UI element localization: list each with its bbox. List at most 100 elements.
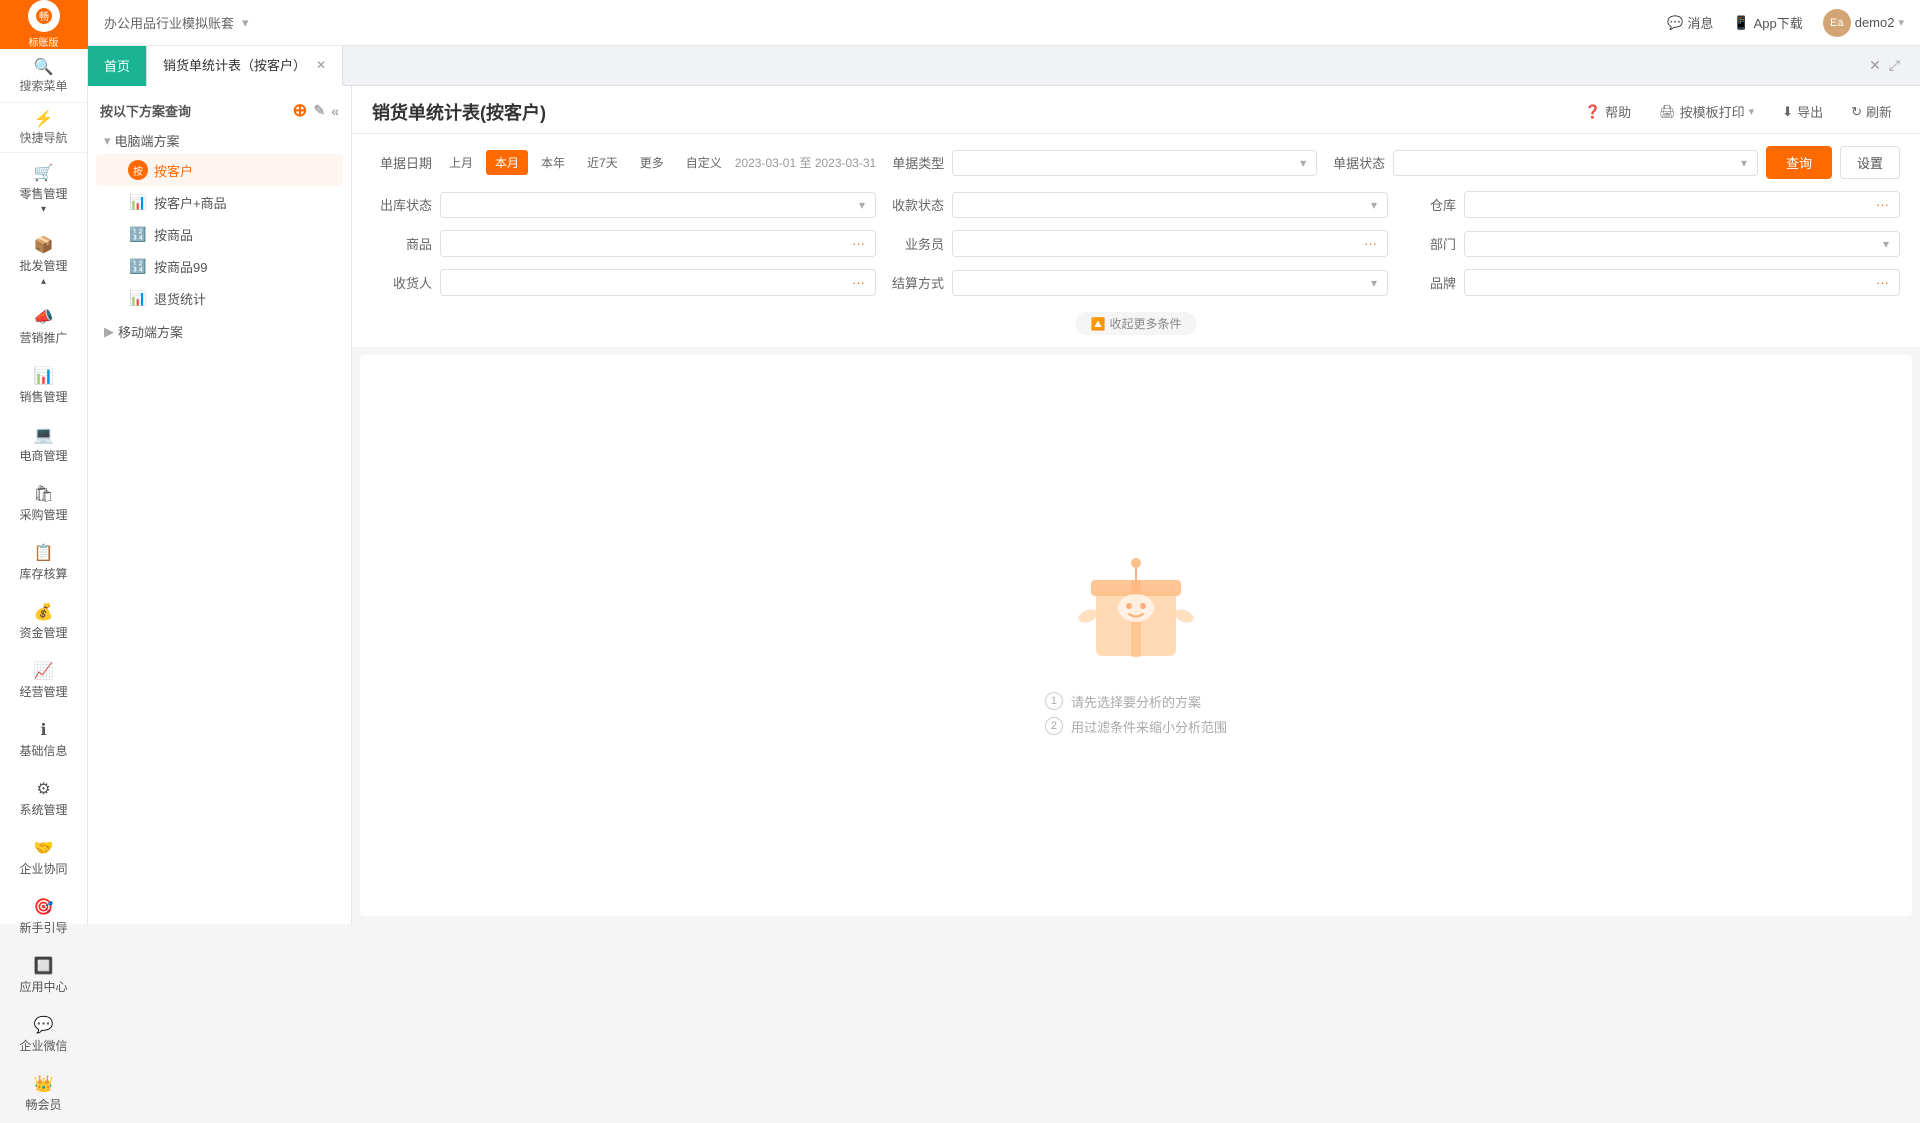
wechat-icon: 💬 bbox=[34, 1015, 54, 1035]
scheme-item-goods99[interactable]: 🔢 按商品99 bbox=[96, 250, 343, 282]
mobile-group-label[interactable]: ▶ 移动端方案 bbox=[96, 318, 343, 345]
collapse-panel-icon[interactable]: « bbox=[331, 103, 339, 119]
order-type-select[interactable]: ▾ bbox=[952, 150, 1317, 176]
sidebar-item-membership[interactable]: 👑 畅会员 bbox=[0, 1064, 87, 1123]
search-menu[interactable]: 🔍 搜索菜单 bbox=[0, 49, 87, 103]
date-btn-this-month[interactable]: 本月 bbox=[486, 150, 528, 175]
department-chevron-icon: ▾ bbox=[1883, 237, 1889, 251]
system-icon: ⚙ bbox=[36, 779, 50, 799]
filter-area: 单据日期 上月 本月 本年 近7天 更多 自定义 2023-03-01 至 20… bbox=[352, 134, 1920, 347]
print-dropdown-icon: ▾ bbox=[1749, 105, 1755, 118]
collapse-up-icon: 🔼 bbox=[1091, 317, 1106, 331]
date-btn-this-year[interactable]: 本年 bbox=[532, 150, 574, 175]
ecommerce-icon: 💻 bbox=[34, 425, 54, 445]
maximize-window-icon[interactable]: ⤢ bbox=[1889, 57, 1900, 74]
delivery-status-label: 出库状态 bbox=[372, 195, 432, 214]
sidebar-item-sales[interactable]: 📊 销售管理 bbox=[0, 356, 87, 415]
date-range-display: 2023-03-01 至 2023-03-31 bbox=[735, 154, 876, 171]
sidebar-item-basic-info[interactable]: ℹ 基础信息 bbox=[0, 710, 87, 769]
desktop-group-label[interactable]: ▾ 电脑端方案 bbox=[96, 127, 343, 154]
warehouse-input[interactable]: ··· bbox=[1464, 191, 1900, 218]
scheme-item-customer-goods[interactable]: 📊 按客户+商品 bbox=[96, 186, 343, 218]
payment-status-select[interactable]: ▾ bbox=[952, 192, 1388, 218]
app-logo[interactable]: 畅 标账版 bbox=[0, 0, 88, 49]
date-btn-last-month[interactable]: 上月 bbox=[440, 150, 482, 175]
app-header: 办公用品行业模拟账套 ▾ 💬 消息 📱 App下载 Ea demo2 ▾ bbox=[88, 0, 1920, 46]
payment-status-label: 收款状态 bbox=[884, 195, 944, 214]
sidebar-item-operations[interactable]: 📈 经营管理 bbox=[0, 651, 87, 710]
settings-button[interactable]: 设置 bbox=[1840, 146, 1900, 179]
delivery-status-select[interactable]: ▾ bbox=[440, 192, 876, 218]
sidebar-item-wechat[interactable]: 💬 企业微信 bbox=[0, 1005, 87, 1064]
tab-sales-customer[interactable]: 销货单统计表（按客户） ✕ bbox=[147, 46, 343, 86]
user-profile[interactable]: Ea demo2 ▾ bbox=[1823, 9, 1904, 37]
sidebar-item-wholesale[interactable]: 📦 批发管理 ▴ bbox=[0, 225, 87, 297]
help-btn[interactable]: ❓ 帮助 bbox=[1577, 98, 1639, 125]
sidebar-item-retail[interactable]: 🛒 零售管理 ▾ bbox=[0, 153, 87, 225]
refresh-btn[interactable]: ↻ 刷新 bbox=[1843, 98, 1900, 125]
print-btn[interactable]: 🖨 按模板打印 ▾ bbox=[1651, 98, 1762, 125]
close-window-icon[interactable]: ✕ bbox=[1869, 57, 1881, 74]
export-btn[interactable]: ⬇ 导出 bbox=[1774, 98, 1831, 125]
shortcut-nav[interactable]: ⚡ 快捷导航 bbox=[0, 103, 87, 153]
sidebar-item-system[interactable]: ⚙ 系统管理 bbox=[0, 769, 87, 828]
salesperson-label: 业务员 bbox=[884, 234, 944, 253]
sidebar-item-finance[interactable]: 💰 资金管理 bbox=[0, 592, 87, 651]
delivery-status-item: 出库状态 ▾ bbox=[372, 192, 876, 218]
order-status-select[interactable]: ▾ bbox=[1393, 150, 1758, 176]
user-name: demo2 bbox=[1855, 15, 1895, 30]
header-title: 办公用品行业模拟账套 bbox=[104, 13, 234, 32]
goods-dots[interactable]: ··· bbox=[852, 236, 865, 251]
sidebar-item-ecommerce[interactable]: 💻 电商管理 bbox=[0, 415, 87, 474]
sidebar-item-inventory[interactable]: 📋 库存核算 bbox=[0, 533, 87, 592]
department-select[interactable]: ▾ bbox=[1464, 231, 1900, 257]
collapse-btn[interactable]: 🔼 收起更多条件 bbox=[1075, 312, 1198, 335]
sidebar-item-guide[interactable]: 🎯 新手引导 bbox=[0, 887, 87, 946]
warehouse-dots[interactable]: ··· bbox=[1876, 197, 1889, 212]
department-label: 部门 bbox=[1396, 234, 1456, 253]
sidebar-item-app-center[interactable]: 🔲 应用中心 bbox=[0, 946, 87, 1005]
salesperson-dots[interactable]: ··· bbox=[1364, 236, 1377, 251]
query-button[interactable]: 查询 bbox=[1766, 146, 1832, 179]
app-download-btn[interactable]: 📱 App下载 bbox=[1733, 13, 1802, 32]
settlement-select[interactable]: ▾ bbox=[952, 270, 1388, 296]
filter-row-4: 收货人 ··· 结算方式 ▾ 品牌 bbox=[372, 269, 1900, 296]
salesperson-input[interactable]: ··· bbox=[952, 230, 1388, 257]
date-btn-7days[interactable]: 近7天 bbox=[578, 150, 627, 175]
payment-status-item: 收款状态 ▾ bbox=[884, 192, 1388, 218]
date-btn-custom[interactable]: 自定义 bbox=[677, 150, 731, 175]
order-status-label: 单据状态 bbox=[1325, 153, 1385, 172]
consignee-dots[interactable]: ··· bbox=[852, 275, 865, 290]
goods-input[interactable]: ··· bbox=[440, 230, 876, 257]
empty-hint-2: 2 用过滤条件来缩小分析范围 bbox=[1045, 717, 1227, 736]
tab-close-icon[interactable]: ✕ bbox=[316, 58, 326, 72]
header-actions: 💬 消息 📱 App下载 Ea demo2 ▾ bbox=[1667, 9, 1904, 37]
scheme-item-refund[interactable]: 📊 退货统计 bbox=[96, 282, 343, 314]
tab-home[interactable]: 首页 bbox=[88, 46, 147, 86]
logo-icon: 畅 bbox=[28, 0, 60, 32]
edit-scheme-icon[interactable]: ✎ bbox=[313, 102, 325, 119]
add-scheme-icon[interactable]: ⊕ bbox=[292, 100, 307, 121]
help-icon: ❓ bbox=[1585, 104, 1601, 120]
membership-icon: 👑 bbox=[34, 1074, 54, 1094]
brand-dots[interactable]: ··· bbox=[1876, 275, 1889, 290]
main-area: 办公用品行业模拟账套 ▾ 💬 消息 📱 App下载 Ea demo2 ▾ 首 bbox=[88, 0, 1920, 924]
scheme-item-goods[interactable]: 🔢 按商品 bbox=[96, 218, 343, 250]
scheme-item-customer[interactable]: 按 按客户 bbox=[96, 154, 343, 186]
date-btn-more[interactable]: 更多 bbox=[631, 150, 673, 175]
sidebar: 畅 标账版 🔍 搜索菜单 ⚡ 快捷导航 🛒 零售管理 ▾ 📦 批发管理 ▴ 📣 … bbox=[0, 0, 88, 924]
header-dropdown-arrow[interactable]: ▾ bbox=[242, 15, 249, 31]
consignee-input[interactable]: ··· bbox=[440, 269, 876, 296]
empty-state: 1 请先选择要分析的方案 2 用过滤条件来缩小分析范围 bbox=[360, 355, 1912, 916]
refresh-icon: ↻ bbox=[1851, 104, 1862, 120]
sidebar-item-purchase[interactable]: 🛍 采购管理 bbox=[0, 474, 87, 533]
marketing-icon: 📣 bbox=[34, 307, 54, 327]
order-type-filter-item: 单据类型 ▾ bbox=[884, 150, 1317, 176]
filter-row-date: 单据日期 上月 本月 本年 近7天 更多 自定义 2023-03-01 至 20… bbox=[372, 146, 1900, 179]
sidebar-item-collaboration[interactable]: 🤝 企业协同 bbox=[0, 828, 87, 887]
avatar: Ea bbox=[1823, 9, 1851, 37]
brand-input[interactable]: ··· bbox=[1464, 269, 1900, 296]
message-btn[interactable]: 💬 消息 bbox=[1667, 13, 1713, 32]
wholesale-icon: 📦 bbox=[34, 235, 54, 255]
sidebar-item-marketing[interactable]: 📣 营销推广 bbox=[0, 297, 87, 356]
